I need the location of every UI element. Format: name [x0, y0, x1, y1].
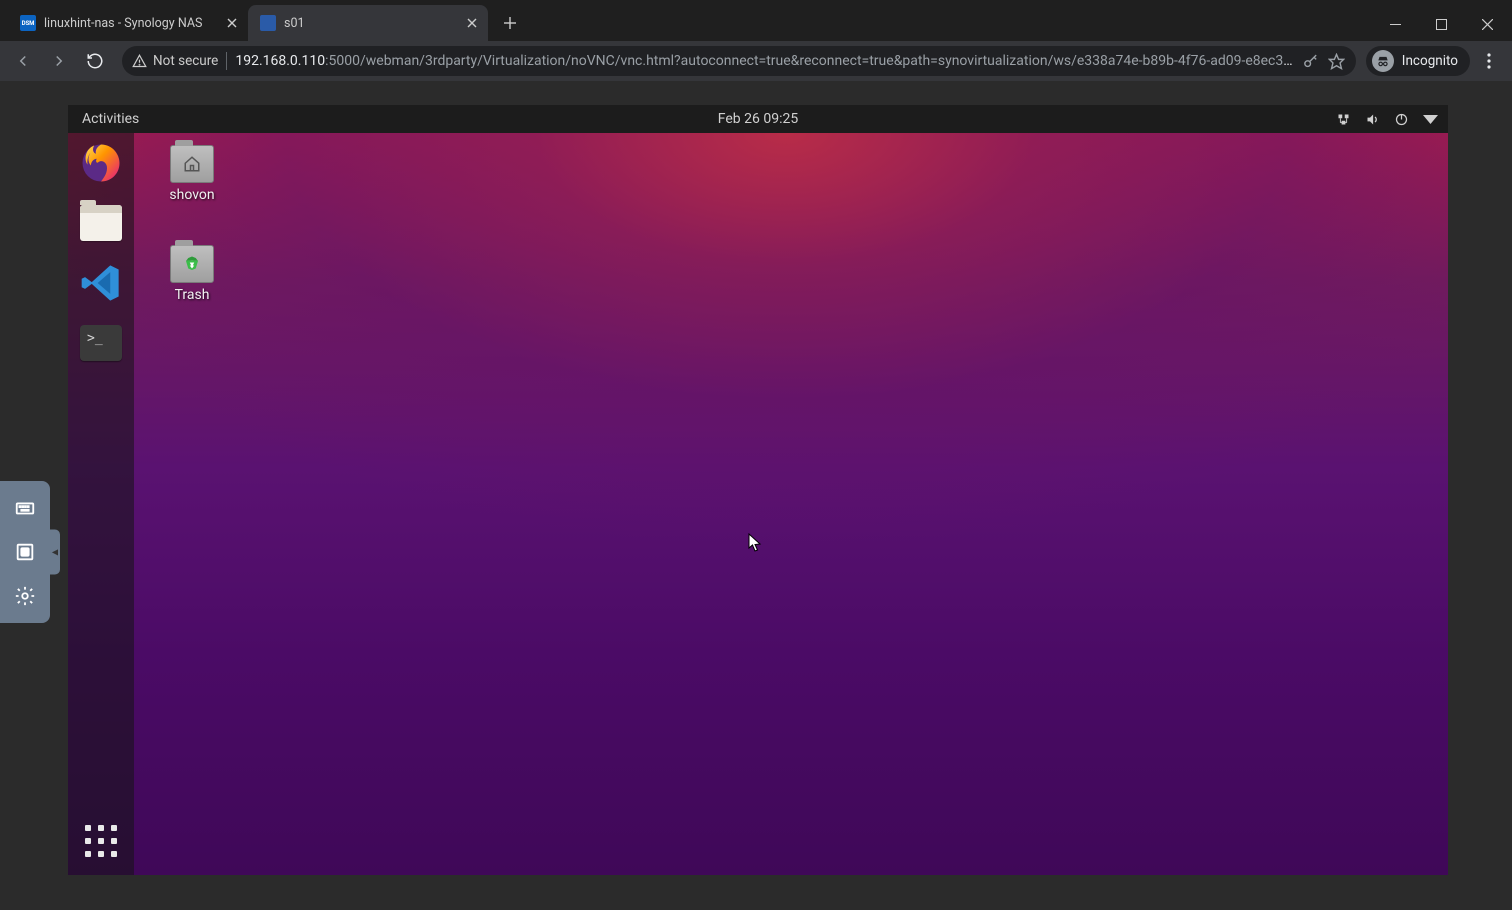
- dock-firefox[interactable]: [77, 139, 125, 187]
- show-applications-button[interactable]: [81, 821, 121, 861]
- gnome-desktop[interactable]: >_ shovon: [68, 133, 1448, 875]
- warning-icon: [132, 54, 147, 69]
- vscode-icon: [80, 262, 122, 304]
- forward-button[interactable]: [42, 44, 76, 78]
- clock[interactable]: Feb 26 09:25: [718, 111, 798, 127]
- tab-inactive-dsm[interactable]: DSM linuxhint-nas - Synology NAS: [8, 5, 248, 41]
- folder-home-icon: [170, 145, 214, 183]
- bookmark-star-icon[interactable]: [1328, 52, 1346, 70]
- dock-files[interactable]: [77, 199, 125, 247]
- incognito-icon: [1372, 50, 1394, 72]
- tab-title: linuxhint-nas - Synology NAS: [44, 16, 216, 31]
- address-bar[interactable]: Not secure 192.168.0.110:5000/webman/3rd…: [122, 46, 1356, 76]
- desktop-icon-area: shovon Trash: [134, 133, 232, 875]
- novnc-settings-button[interactable]: [5, 576, 45, 616]
- window-minimize-button[interactable]: [1372, 7, 1418, 41]
- browser-titlebar: DSM linuxhint-nas - Synology NAS s01: [0, 0, 1512, 41]
- tab-close-button[interactable]: [464, 15, 480, 31]
- url-text: 192.168.0.110:5000/webman/3rdparty/Virtu…: [235, 53, 1293, 69]
- gnome-dock: >_: [68, 133, 134, 875]
- incognito-indicator[interactable]: Incognito: [1366, 46, 1470, 76]
- reload-button[interactable]: [78, 44, 112, 78]
- tab-close-button[interactable]: [224, 15, 240, 31]
- firefox-icon: [80, 142, 122, 184]
- system-tray[interactable]: [1336, 112, 1438, 127]
- power-icon: [1394, 112, 1409, 127]
- incognito-label: Incognito: [1402, 53, 1458, 69]
- browser-menu-button[interactable]: [1472, 44, 1506, 78]
- security-label: Not secure: [153, 53, 218, 69]
- dock-terminal[interactable]: >_: [77, 319, 125, 367]
- novnc-panel-handle[interactable]: [50, 530, 60, 575]
- back-button[interactable]: [6, 44, 40, 78]
- remote-cursor-icon: [748, 533, 762, 553]
- novnc-extra-keys-button[interactable]: [5, 532, 45, 572]
- activities-button[interactable]: Activities: [78, 111, 143, 127]
- desktop-icon-home[interactable]: shovon: [152, 145, 232, 203]
- vnc-display[interactable]: Activities Feb 26 09:25: [68, 105, 1448, 875]
- browser-toolbar: Not secure 192.168.0.110:5000/webman/3rd…: [0, 41, 1512, 81]
- security-indicator[interactable]: Not secure: [132, 53, 218, 69]
- files-icon: [80, 205, 122, 241]
- separator: [226, 52, 227, 70]
- novnc-control-panel: [0, 481, 50, 623]
- window-controls: [1372, 7, 1512, 41]
- volume-icon: [1365, 112, 1380, 127]
- tab-active-vnc[interactable]: s01: [248, 5, 488, 41]
- network-icon: [1336, 112, 1351, 127]
- window-close-button[interactable]: [1464, 7, 1510, 41]
- desktop-icon-label: shovon: [169, 187, 214, 203]
- gnome-topbar: Activities Feb 26 09:25: [68, 105, 1448, 133]
- terminal-icon: >_: [80, 325, 122, 361]
- dock-vscode[interactable]: [77, 259, 125, 307]
- window-maximize-button[interactable]: [1418, 7, 1464, 41]
- chevron-down-icon: [1423, 112, 1438, 127]
- favicon-dsm-icon: DSM: [20, 15, 36, 31]
- folder-trash-icon: [170, 245, 214, 283]
- page-viewport: Activities Feb 26 09:25: [0, 81, 1512, 910]
- new-tab-button[interactable]: [496, 9, 524, 37]
- tab-title: s01: [284, 16, 456, 31]
- desktop-icon-label: Trash: [175, 287, 210, 303]
- favicon-vnc-icon: [260, 15, 276, 31]
- novnc-keyboard-button[interactable]: [5, 488, 45, 528]
- key-icon[interactable]: [1302, 52, 1320, 70]
- desktop-icon-trash[interactable]: Trash: [152, 245, 232, 303]
